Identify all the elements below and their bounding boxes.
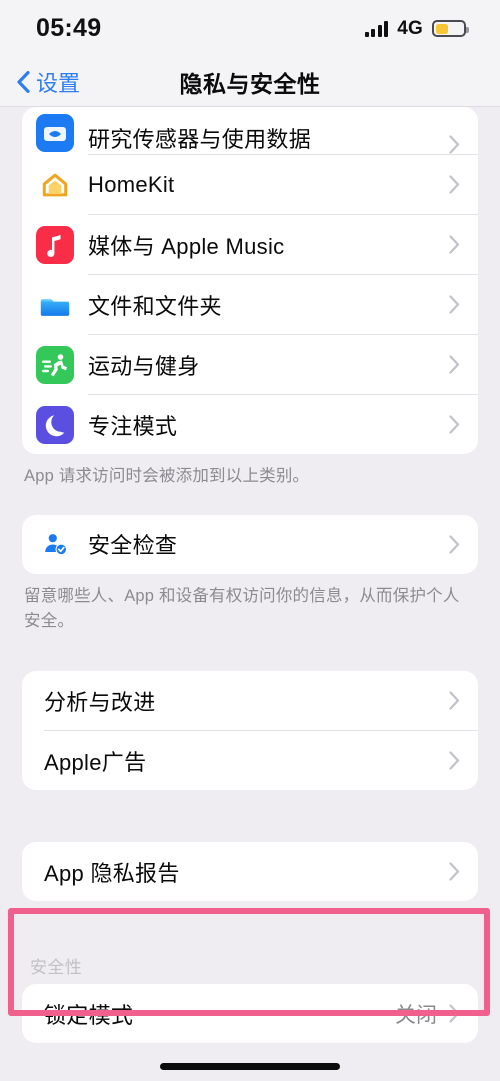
runner-glyph [36,346,74,384]
chevron-right-icon [449,135,460,154]
row-label: 安全检查 [88,528,449,560]
row-label: 研究传感器与使用数据 [88,122,449,154]
person-check-glyph [38,527,72,561]
cellular-signal-icon [365,21,389,37]
iphone-screen: 05:49 4G 设置 隐私与安全性 [0,0,500,1081]
row-label: 文件和文件夹 [88,289,449,321]
row-label: HomeKit [88,172,449,198]
homekit-house-glyph [38,168,72,202]
chevron-right-icon [449,415,460,434]
chevron-left-icon [16,71,30,93]
homekit-house-icon [36,166,74,204]
fitness-runner-icon [36,346,74,384]
battery-icon [432,20,466,37]
research-sensor-glyph [36,114,74,152]
row-safety-check[interactable]: 安全检查 [22,515,478,574]
status-bar-indicators: 4G [365,18,466,40]
chevron-right-icon [449,1004,460,1023]
chevron-right-icon [449,235,460,254]
row-lockdown-mode[interactable]: 锁定模式 关闭 [22,984,478,1043]
row-motion-fitness[interactable]: 运动与健身 [22,335,478,394]
row-label: App 隐私报告 [44,856,449,888]
folder-icon [36,286,74,324]
row-files-and-folders[interactable]: 文件和文件夹 [22,275,478,334]
research-sensor-icon [36,114,74,152]
row-media-apple-music[interactable]: 媒体与 Apple Music [22,215,478,274]
security-section-header: 安全性 [30,953,500,978]
chevron-right-icon [449,751,460,770]
back-button-label: 设置 [36,66,80,98]
folder-glyph [37,287,73,323]
row-label: 分析与改进 [44,685,449,717]
row-apple-advertising[interactable]: Apple广告 [22,731,478,790]
chevron-right-icon [449,355,460,374]
music-note-glyph [36,226,74,264]
row-label: 媒体与 Apple Music [88,229,449,261]
app-privacy-report-card: App 隐私报告 [22,842,478,901]
row-app-privacy-report[interactable]: App 隐私报告 [22,842,478,901]
network-type-label: 4G [397,18,423,40]
row-analytics-improvements[interactable]: 分析与改进 [22,671,478,730]
permissions-card: 研究传感器与使用数据 HomeKit [22,107,478,454]
status-bar: 05:49 4G [0,0,500,57]
person-check-icon [36,525,74,563]
apple-music-note-icon [36,226,74,264]
home-indicator[interactable] [160,1063,340,1070]
row-label: 运动与健身 [88,349,449,381]
chevron-right-icon [449,175,460,194]
chevron-right-icon [449,535,460,554]
chevron-right-icon [449,295,460,314]
chevron-right-icon [449,691,460,710]
permissions-footnote: App 请求访问时会被添加到以上类别。 [24,464,476,489]
row-label: 专注模式 [88,409,449,441]
chevron-right-icon [449,862,460,881]
back-button[interactable]: 设置 [16,66,80,98]
row-homekit[interactable]: HomeKit [22,155,478,214]
focus-moon-icon [36,406,74,444]
row-focus-mode[interactable]: 专注模式 [22,395,478,454]
security-card: 锁定模式 关闭 [22,984,478,1043]
row-label: 锁定模式 [44,998,395,1030]
settings-scroll-view[interactable]: 研究传感器与使用数据 HomeKit [0,107,500,1081]
lockdown-mode-value: 关闭 [395,999,437,1029]
safety-check-footnote: 留意哪些人、App 和设备有权访问你的信息，从而保护个人安全。 [24,584,476,634]
safety-check-card: 安全检查 [22,515,478,574]
row-research-sensor[interactable]: 研究传感器与使用数据 [22,107,478,154]
navigation-bar: 设置 隐私与安全性 [0,57,500,107]
row-label: Apple广告 [44,745,449,777]
moon-glyph [36,406,74,444]
status-bar-clock: 05:49 [36,14,101,43]
analytics-ads-card: 分析与改进 Apple广告 [22,671,478,790]
